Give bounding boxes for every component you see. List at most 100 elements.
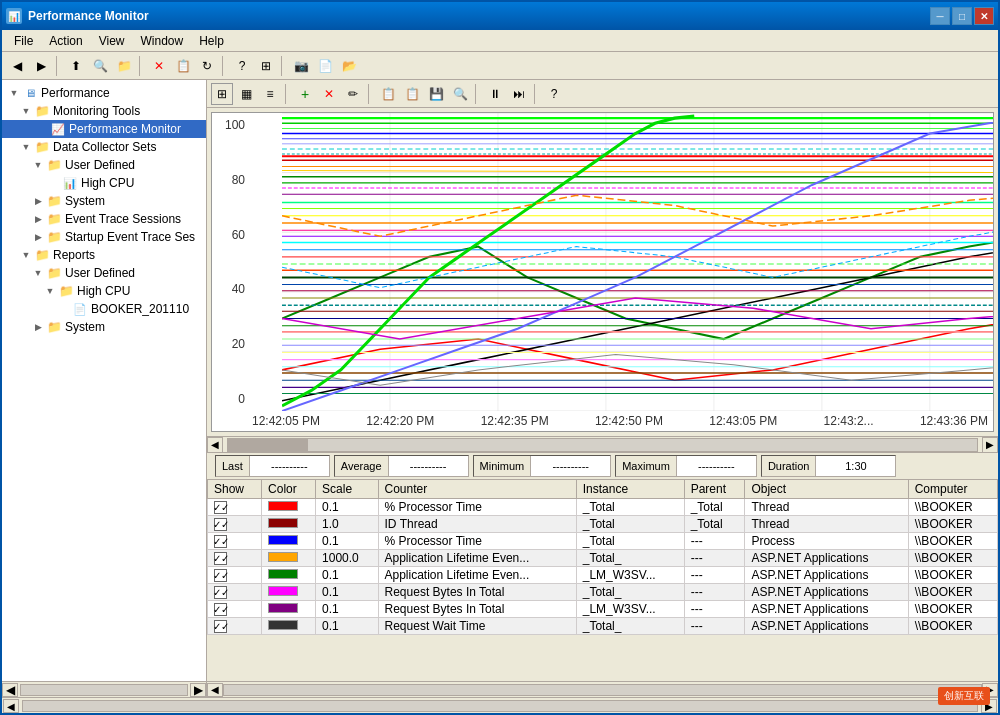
x-label-2: 12:42:35 PM — [481, 414, 549, 428]
cell-show[interactable]: ✓ — [208, 567, 262, 584]
table-row[interactable]: ✓ 0.1 % Processor Time _Total _Total Thr… — [208, 499, 998, 516]
paste-btn[interactable]: 📋 — [401, 83, 423, 105]
sidebar-item-performance[interactable]: ▼ 🖥 Performance — [2, 84, 206, 102]
col-parent[interactable]: Parent — [684, 480, 745, 499]
folders-button[interactable]: 📁 — [113, 55, 135, 77]
sidebar-item-user-defined-2[interactable]: ▼ 📁 User Defined — [2, 264, 206, 282]
report-view-btn[interactable]: ≡ — [259, 83, 281, 105]
chart-view-btn[interactable]: ⊞ — [211, 83, 233, 105]
next-btn[interactable]: ⏭ — [508, 83, 530, 105]
col-counter[interactable]: Counter — [378, 480, 576, 499]
sidebar-item-monitoring-tools[interactable]: ▼ 📁 Monitoring Tools — [2, 102, 206, 120]
chart-scrollbar-track[interactable] — [227, 438, 978, 452]
chart-scrollbar-thumb[interactable] — [228, 439, 308, 451]
table-scroll-left[interactable]: ◀ — [207, 683, 223, 697]
cell-parent: --- — [684, 618, 745, 635]
close-button[interactable]: ✕ — [974, 7, 994, 25]
zoom-btn[interactable]: 🔍 — [449, 83, 471, 105]
pause-btn[interactable]: ⏸ — [484, 83, 506, 105]
stat-last-value: ---------- — [249, 456, 329, 476]
histogram-view-btn[interactable]: ▦ — [235, 83, 257, 105]
expand-icon: ▼ — [6, 85, 22, 101]
table-row[interactable]: ✓ 0.1 Request Wait Time _Total_ --- ASP.… — [208, 618, 998, 635]
col-scale[interactable]: Scale — [316, 480, 378, 499]
cell-color — [262, 584, 316, 601]
sidebar-horizontal-scroll[interactable]: ◀ ▶ — [2, 681, 206, 697]
col-show[interactable]: Show — [208, 480, 262, 499]
cell-counter: ID Thread — [378, 516, 576, 533]
cell-show[interactable]: ✓ — [208, 601, 262, 618]
menu-help[interactable]: Help — [191, 32, 232, 50]
remove-counter-btn[interactable]: ✕ — [318, 83, 340, 105]
main-scroll-left[interactable]: ◀ — [3, 699, 19, 713]
monitor-icon: 📈 — [50, 121, 66, 137]
sidebar-item-user-defined[interactable]: ▼ 📁 User Defined — [2, 156, 206, 174]
view-button[interactable]: 📄 — [314, 55, 336, 77]
cell-show[interactable]: ✓ — [208, 516, 262, 533]
cell-color — [262, 499, 316, 516]
sidebar-item-system-1[interactable]: ▶ 📁 System — [2, 192, 206, 210]
table-row[interactable]: ✓ 1.0 ID Thread _Total _Total Thread \\B… — [208, 516, 998, 533]
sidebar-item-high-cpu-1[interactable]: 📊 High CPU — [2, 174, 206, 192]
menu-file[interactable]: File — [6, 32, 41, 50]
cell-show[interactable]: ✓ — [208, 499, 262, 516]
sidebar-item-reports[interactable]: ▼ 📁 Reports — [2, 246, 206, 264]
col-color[interactable]: Color — [262, 480, 316, 499]
sidebar-scrollbar[interactable] — [20, 684, 188, 696]
new-window-button[interactable]: ⊞ — [255, 55, 277, 77]
copy-image-btn[interactable]: 📋 — [377, 83, 399, 105]
properties-button[interactable]: 📋 — [172, 55, 194, 77]
sidebar-item-booker[interactable]: 📄 BOOKER_201110 — [2, 300, 206, 318]
delete-button[interactable]: ✕ — [148, 55, 170, 77]
forward-button[interactable]: ▶ — [30, 55, 52, 77]
sidebar-item-performance-monitor[interactable]: 📈 Performance Monitor — [2, 120, 206, 138]
sidebar-item-startup-event[interactable]: ▶ 📁 Startup Event Trace Ses — [2, 228, 206, 246]
chart-scroll-right[interactable]: ▶ — [982, 437, 998, 453]
cell-show[interactable]: ✓ — [208, 584, 262, 601]
search-button[interactable]: 🔍 — [89, 55, 111, 77]
col-object[interactable]: Object — [745, 480, 908, 499]
performance-icon: 🖥 — [22, 85, 38, 101]
table-scroll-area[interactable]: Show Color Scale Counter Instance Parent… — [207, 479, 998, 681]
add-counter-btn[interactable]: + — [294, 83, 316, 105]
menu-window[interactable]: Window — [133, 32, 192, 50]
cell-show[interactable]: ✓ — [208, 618, 262, 635]
chart-scroll-left[interactable]: ◀ — [207, 437, 223, 453]
minimize-button[interactable]: ─ — [930, 7, 950, 25]
capture-button[interactable]: 📷 — [290, 55, 312, 77]
cell-object: ASP.NET Applications — [745, 567, 908, 584]
sidebar-item-system-2[interactable]: ▶ 📁 System — [2, 318, 206, 336]
cell-show[interactable]: ✓ — [208, 533, 262, 550]
sidebar-item-high-cpu-2[interactable]: ▼ 📁 High CPU — [2, 282, 206, 300]
expand-icon-4: ▼ — [18, 139, 34, 155]
table-row[interactable]: ✓ 1000.0 Application Lifetime Even... _T… — [208, 550, 998, 567]
table-scrollbar-track[interactable] — [223, 684, 982, 696]
up-button[interactable]: ⬆ — [65, 55, 87, 77]
scroll-right-btn[interactable]: ▶ — [190, 683, 206, 697]
perf-help-btn[interactable]: ? — [543, 83, 565, 105]
folder2-button[interactable]: 📂 — [338, 55, 360, 77]
sidebar-item-event-trace[interactable]: ▶ 📁 Event Trace Sessions — [2, 210, 206, 228]
table-row[interactable]: ✓ 0.1 Application Lifetime Even... _LM_W… — [208, 567, 998, 584]
table-row[interactable]: ✓ 0.1 Request Bytes In Total _LM_W3SV...… — [208, 601, 998, 618]
col-computer[interactable]: Computer — [908, 480, 997, 499]
table-row[interactable]: ✓ 0.1 % Processor Time _Total --- Proces… — [208, 533, 998, 550]
refresh-button[interactable]: ↻ — [196, 55, 218, 77]
main-scrollbar[interactable] — [22, 700, 978, 712]
save-btn[interactable]: 💾 — [425, 83, 447, 105]
help-toolbar-button[interactable]: ? — [231, 55, 253, 77]
col-instance[interactable]: Instance — [576, 480, 684, 499]
edit-counter-btn[interactable]: ✏ — [342, 83, 364, 105]
menu-action[interactable]: Action — [41, 32, 90, 50]
sidebar-item-data-collector-sets[interactable]: ▼ 📁 Data Collector Sets — [2, 138, 206, 156]
cell-color — [262, 550, 316, 567]
cell-instance: _Total_ — [576, 550, 684, 567]
menu-view[interactable]: View — [91, 32, 133, 50]
cell-show[interactable]: ✓ — [208, 550, 262, 567]
stat-last-label: Last — [216, 460, 249, 472]
scroll-left-btn[interactable]: ◀ — [2, 683, 18, 697]
sidebar-label-event-trace: Event Trace Sessions — [65, 212, 181, 226]
back-button[interactable]: ◀ — [6, 55, 28, 77]
table-row[interactable]: ✓ 0.1 Request Bytes In Total _Total_ ---… — [208, 584, 998, 601]
maximize-button[interactable]: □ — [952, 7, 972, 25]
